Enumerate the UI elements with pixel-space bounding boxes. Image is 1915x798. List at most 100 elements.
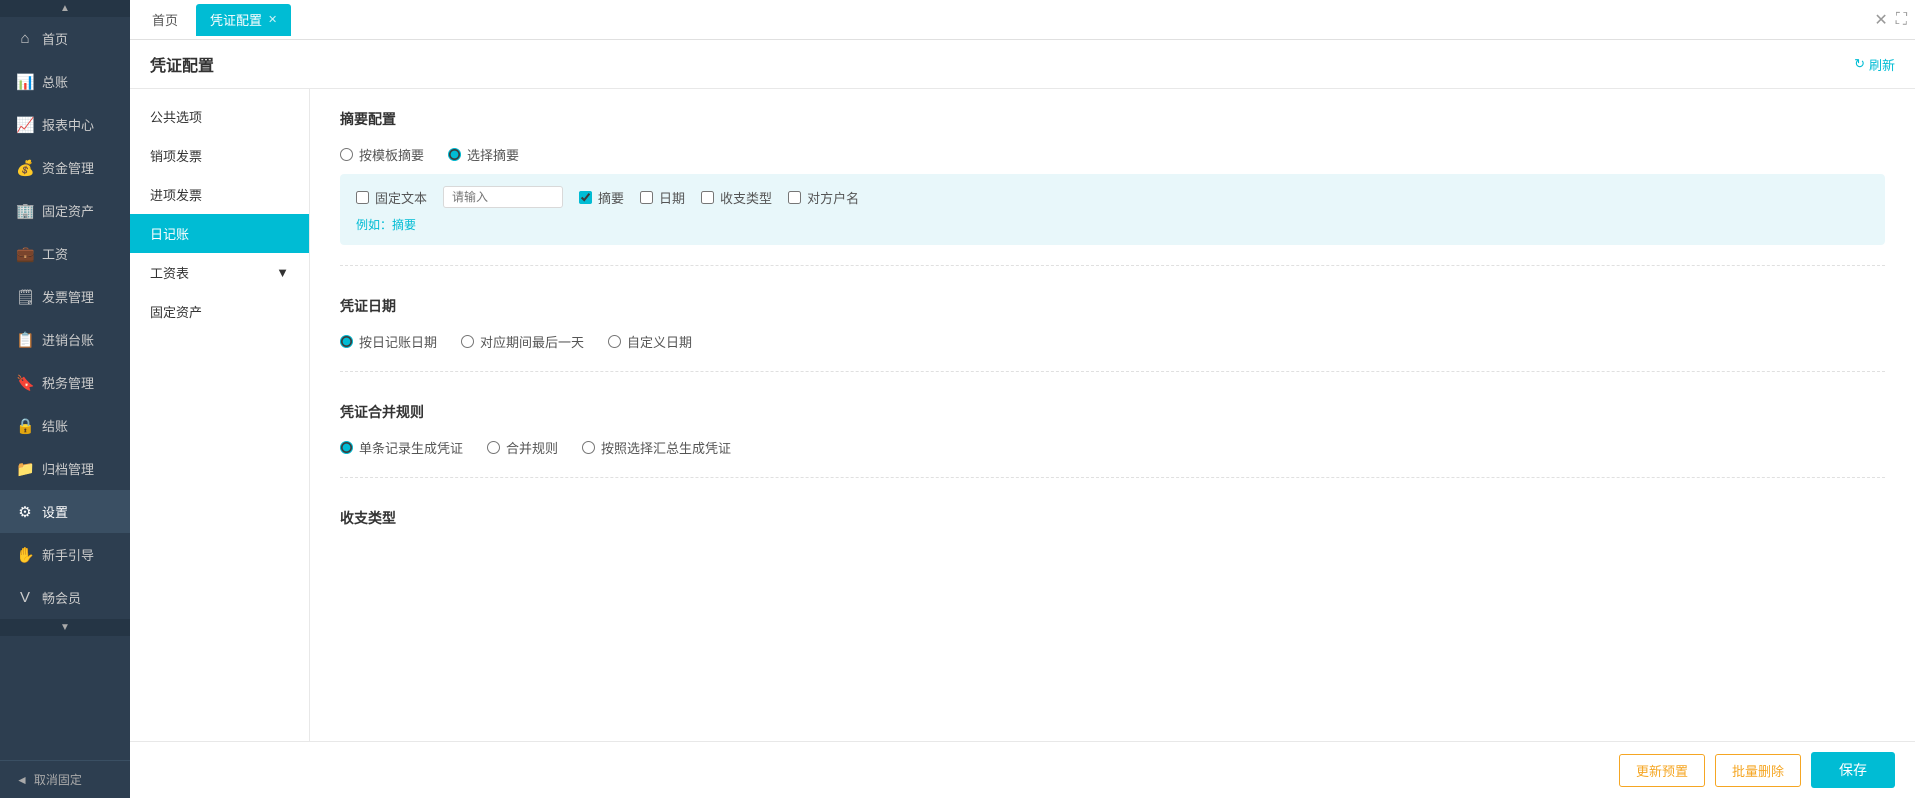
refresh-button[interactable]: ↻ 刷新	[1854, 55, 1895, 74]
summary-checkbox-input[interactable]	[579, 191, 592, 204]
sidebar-item-vip-label: 畅会员	[42, 588, 81, 607]
summary-example: 例如：摘要	[356, 216, 1869, 233]
sidebar-item-ledger[interactable]: 📊 总账	[0, 60, 130, 103]
summary-template-radio[interactable]: 按模板摘要	[340, 145, 424, 164]
single-record-radio-input[interactable]	[340, 441, 353, 454]
merge-section: 凭证合并规则 单条记录生成凭证 合并规则 按照选择汇总生成凭证	[340, 402, 1885, 478]
last-day-radio-input[interactable]	[461, 335, 474, 348]
main-area: 首页 凭证配置 ✕ ✕ ⛶ 凭证配置 ↻ 刷新 公共选项 销项发票 进项	[130, 0, 1915, 798]
refresh-icon: ↻	[1854, 56, 1865, 72]
tab-voucher-config[interactable]: 凭证配置 ✕	[196, 4, 291, 36]
payroll-arrow-icon: ▼	[276, 265, 289, 280]
sidebar-item-salary[interactable]: 💼 工资	[0, 232, 130, 275]
tab-close-icon[interactable]: ✕	[268, 13, 277, 26]
sidebar-item-home[interactable]: ⌂ 首页	[0, 17, 130, 60]
sidebar-scroll-up[interactable]: ▲	[0, 0, 130, 17]
merge-rule-radio-input[interactable]	[487, 441, 500, 454]
sidebar-item-close[interactable]: 🔒 结账	[0, 404, 130, 447]
bottom-bar: 更新预置 批量删除 保存	[130, 741, 1915, 798]
date-checkbox-input[interactable]	[640, 191, 653, 204]
sidebar-item-ledger-label: 总账	[42, 72, 68, 91]
merge-radio-group: 单条记录生成凭证 合并规则 按照选择汇总生成凭证	[340, 438, 1885, 457]
salary-icon: 💼	[16, 245, 34, 263]
fixed-text-checkbox-input[interactable]	[356, 191, 369, 204]
left-nav-purchase-invoice[interactable]: 进项发票	[130, 175, 309, 214]
summary-radio-group: 按模板摘要 选择摘要	[340, 145, 1885, 164]
sidebar-item-invoice[interactable]: 🗒 发票管理	[0, 275, 130, 318]
home-icon: ⌂	[16, 30, 34, 47]
left-nav-sales-invoice[interactable]: 销项发票	[130, 136, 309, 175]
left-nav-payroll[interactable]: 工资表 ▼	[130, 253, 309, 292]
last-day-radio[interactable]: 对应期间最后一天	[461, 332, 584, 351]
sidebar-item-sales-label: 进销台账	[42, 330, 94, 349]
sidebar-item-tax-label: 税务管理	[42, 373, 94, 392]
sidebar-item-home-label: 首页	[42, 29, 68, 48]
summary-select-radio-input[interactable]	[448, 148, 461, 161]
vip-icon: V	[16, 589, 34, 606]
sidebar-item-archive-label: 归档管理	[42, 459, 94, 478]
left-nav-public[interactable]: 公共选项	[130, 97, 309, 136]
merge-section-title: 凭证合并规则	[340, 402, 1885, 422]
date-checkbox[interactable]: 日期	[640, 188, 685, 207]
window-close-icon[interactable]: ✕	[1874, 10, 1887, 30]
sidebar-item-salary-label: 工资	[42, 244, 68, 263]
counterparty-checkbox-input[interactable]	[788, 191, 801, 204]
income-type-checkbox[interactable]: 收支类型	[701, 188, 772, 207]
counterparty-checkbox[interactable]: 对方户名	[788, 188, 859, 207]
window-maximize-icon[interactable]: ⛶	[1896, 11, 1907, 29]
tab-home-label: 首页	[152, 10, 178, 29]
sidebar-item-sales[interactable]: 📋 进销台账	[0, 318, 130, 361]
sidebar-item-vip[interactable]: V 畅会员	[0, 576, 130, 619]
income-type-checkbox-input[interactable]	[701, 191, 714, 204]
journal-date-radio-input[interactable]	[340, 335, 353, 348]
sidebar-cancel-fixed[interactable]: ◄ 取消固定	[0, 760, 130, 798]
journal-date-radio[interactable]: 按日记账日期	[340, 332, 437, 351]
summary-checkbox[interactable]: 摘要	[579, 188, 624, 207]
sidebar-scroll-down[interactable]: ▼	[0, 619, 130, 636]
sidebar-item-tax[interactable]: 🔖 税务管理	[0, 361, 130, 404]
batch-delete-button[interactable]: 批量删除	[1715, 754, 1801, 787]
single-record-radio[interactable]: 单条记录生成凭证	[340, 438, 463, 457]
summary-section-title: 摘要配置	[340, 109, 1885, 129]
fixed-text-checkbox[interactable]: 固定文本	[356, 188, 427, 207]
custom-date-radio-input[interactable]	[608, 335, 621, 348]
ledger-icon: 📊	[16, 73, 34, 91]
guide-icon: ✋	[16, 546, 34, 564]
sidebar-item-report[interactable]: 📈 报表中心	[0, 103, 130, 146]
custom-date-radio[interactable]: 自定义日期	[608, 332, 692, 351]
summary-checkbox-row: 固定文本 摘要 日期 收支类型	[340, 174, 1885, 245]
date-radio-group: 按日记账日期 对应期间最后一天 自定义日期	[340, 332, 1885, 351]
income-type-section: 收支类型	[340, 508, 1885, 564]
content-layout: 公共选项 销项发票 进项发票 日记账 工资表 ▼ 固定资产 摘要配置	[130, 89, 1915, 741]
date-section: 凭证日期 按日记账日期 对应期间最后一天 自定义日期	[340, 296, 1885, 372]
select-merge-radio[interactable]: 按照选择汇总生成凭证	[582, 438, 731, 457]
sales-icon: 📋	[16, 331, 34, 349]
sidebar: ▲ ⌂ 首页 📊 总账 📈 报表中心 💰 资金管理 🏢 固定资产 💼 工资 🗒 …	[0, 0, 130, 798]
sidebar-item-guide[interactable]: ✋ 新手引导	[0, 533, 130, 576]
page-header: 凭证配置 ↻ 刷新	[130, 40, 1915, 89]
sidebar-item-archive[interactable]: 📁 归档管理	[0, 447, 130, 490]
left-nav-journal[interactable]: 日记账	[130, 214, 309, 253]
sidebar-item-settings-label: 设置	[42, 502, 68, 521]
select-merge-radio-input[interactable]	[582, 441, 595, 454]
sidebar-item-assets[interactable]: 🏢 固定资产	[0, 189, 130, 232]
archive-icon: 📁	[16, 460, 34, 478]
sidebar-item-close-label: 结账	[42, 416, 68, 435]
summary-section: 摘要配置 按模板摘要 选择摘要 固定文本	[340, 109, 1885, 266]
close-account-icon: 🔒	[16, 417, 34, 435]
sidebar-item-funds[interactable]: 💰 资金管理	[0, 146, 130, 189]
sidebar-item-settings[interactable]: ⚙ 设置	[0, 490, 130, 533]
report-icon: 📈	[16, 116, 34, 134]
summary-template-radio-input[interactable]	[340, 148, 353, 161]
update-preview-button[interactable]: 更新预置	[1619, 754, 1705, 787]
summary-select-radio[interactable]: 选择摘要	[448, 145, 519, 164]
fixed-text-input[interactable]	[443, 186, 563, 208]
tab-home[interactable]: 首页	[138, 4, 192, 36]
left-nav-fixed-assets[interactable]: 固定资产	[130, 292, 309, 331]
sidebar-item-invoice-label: 发票管理	[42, 287, 94, 306]
save-button[interactable]: 保存	[1811, 752, 1895, 788]
merge-rule-radio[interactable]: 合并规则	[487, 438, 558, 457]
sidebar-item-report-label: 报表中心	[42, 115, 94, 134]
invoice-icon: 🗒	[16, 288, 34, 306]
income-type-section-title: 收支类型	[340, 508, 1885, 528]
